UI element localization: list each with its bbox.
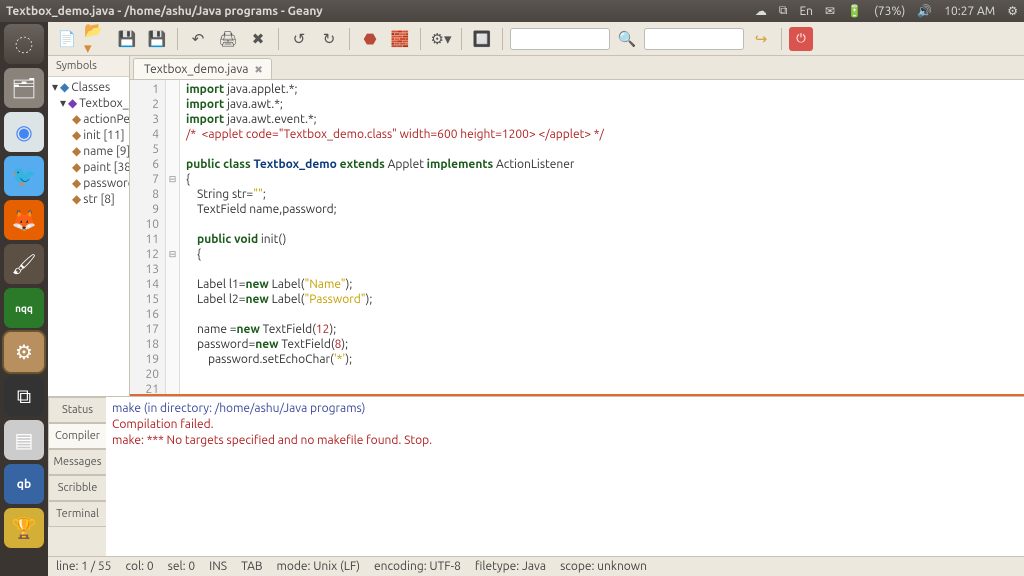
geany-icon[interactable]: ⚙ [4,332,44,372]
unity-launcher: ◌ 🗂 ◉ 🐦 🦊 🖌 nqq ⚙ ⧉ ▤ qb 🏆 [0,0,48,576]
symbol-item[interactable]: ◆str [8] [48,191,129,207]
message-window: StatusCompilerMessagesScribbleTerminal m… [48,396,1024,556]
build-button[interactable]: 🧱 [387,26,413,52]
msgtab-terminal[interactable]: Terminal [48,501,106,527]
fold-gutter[interactable]: ⊟⊟ [166,80,180,394]
save-button[interactable]: 💾 [114,26,140,52]
goto-field[interactable] [644,28,744,50]
status-col: col: 0 [125,560,153,573]
close-file-button[interactable]: ✖ [245,26,271,52]
cloud-icon[interactable]: ☁ [755,4,767,18]
status-filetype[interactable]: filetype: Java [475,560,546,573]
status-line: line: 1 / 55 [56,560,111,573]
close-icon[interactable]: ✖ [254,64,262,76]
redo-button[interactable]: ↻ [316,26,342,52]
chromium-icon[interactable]: ◉ [4,112,44,152]
message-tabs: StatusCompilerMessagesScribbleTerminal [48,397,106,556]
mail-icon[interactable]: ✉ [825,4,835,18]
status-enc[interactable]: encoding: UTF-8 [374,560,461,573]
indicators: ☁ ⧉ En ✉ 🔋 (73%) 🔊 10:27 AM ⚙ [755,4,1018,18]
symbol-item[interactable]: ◆name [9] [48,143,129,159]
compiler-line: make (in directory: /home/ashu/Java prog… [112,401,1018,417]
symbols-tree[interactable]: ▾◆Classes ▾◆Textbox_de ◆actionPer◆init [… [48,77,129,396]
notepadqq-icon[interactable]: nqq [4,288,44,328]
terminal-icon[interactable]: ⧉ [4,376,44,416]
quit-button[interactable]: ⏻ [789,27,813,51]
line-gutter: 1234567891011121314151617181920212223242… [130,80,166,394]
status-scope: scope: unknown [560,560,647,573]
gimp-icon[interactable]: 🖌 [4,244,44,284]
trophy-icon[interactable]: 🏆 [4,508,44,548]
file-tabs: Textbox_demo.java ✖ [130,56,1024,80]
compiler-line: Compilation failed. [112,417,1018,433]
side-panel: Symbols ▾◆Classes ▾◆Textbox_de ◆actionPe… [48,56,130,396]
compiler-output[interactable]: make (in directory: /home/ashu/Java prog… [106,397,1024,556]
color-chooser-button[interactable]: 🔲 [469,26,495,52]
dash-icon[interactable]: ◌ [4,24,44,64]
open-button[interactable]: 📂▾ [84,26,110,52]
status-sel: sel: 0 [168,560,195,573]
status-mode[interactable]: mode: Unix (LF) [277,560,361,573]
msgtab-compiler[interactable]: Compiler [48,423,106,449]
devices-icon[interactable]: ▤ [4,420,44,460]
geany-window: 📄 📂▾ 💾 💾 ↶ 🖨 ✖ ↺ ↻ ⬣ 🧱 ⚙▾ 🔲 🔍 ↪ ⏻ Symbol… [48,22,1024,576]
battery-pct: (73%) [874,5,905,18]
new-file-button[interactable]: 📄 [54,26,80,52]
search-field[interactable] [510,28,610,50]
run-button[interactable]: ⚙▾ [428,26,454,52]
gear-icon[interactable]: ⚙ [1007,4,1018,18]
symbol-item[interactable]: ◆password [48,175,129,191]
battery-icon[interactable]: 🔋 [847,4,862,18]
keyboard-lang[interactable]: En [799,5,813,18]
symbol-item[interactable]: ◆init [11] [48,127,129,143]
compiler-line: make: *** No targets specified and no ma… [112,433,1018,449]
revert-button[interactable]: ↶ [185,26,211,52]
symbol-item[interactable]: ◆paint [38 [48,159,129,175]
twitter-icon[interactable]: 🐦 [4,156,44,196]
file-tab-label: Textbox_demo.java [144,63,248,76]
goto-button[interactable]: ↪ [748,26,774,52]
menu-bar: Textbox_demo.java - /home/ashu/Java prog… [0,0,1024,22]
status-bar: line: 1 / 55 col: 0 sel: 0 INS TAB mode:… [48,556,1024,576]
window-title: Textbox_demo.java - /home/ashu/Java prog… [6,5,755,18]
qbittorrent-icon[interactable]: qb [4,464,44,504]
volume-icon[interactable]: 🔊 [917,4,932,18]
undo-button[interactable]: ↺ [286,26,312,52]
toolbar: 📄 📂▾ 💾 💾 ↶ 🖨 ✖ ↺ ↻ ⬣ 🧱 ⚙▾ 🔲 🔍 ↪ ⏻ [48,22,1024,56]
editor-area: Textbox_demo.java ✖ 12345678910111213141… [130,56,1024,396]
firefox-icon[interactable]: 🦊 [4,200,44,240]
msgtab-status[interactable]: Status [48,397,106,423]
save-all-button[interactable]: 💾 [144,26,170,52]
search-button[interactable]: 🔍 [614,26,640,52]
files-icon[interactable]: 🗂 [4,68,44,108]
clock[interactable]: 10:27 AM [944,5,995,18]
msgtab-messages[interactable]: Messages [48,449,106,475]
code-editor[interactable]: 1234567891011121314151617181920212223242… [130,80,1024,396]
status-tab[interactable]: TAB [241,560,262,573]
symbol-item[interactable]: ◆actionPer [48,111,129,127]
msgtab-scribble[interactable]: Scribble [48,475,106,501]
file-tab[interactable]: Textbox_demo.java ✖ [133,58,272,79]
code-text[interactable]: import java.applet.*;import java.awt.*;i… [180,80,1024,394]
symbols-tab[interactable]: Symbols [48,56,129,77]
compile-button[interactable]: ⬣ [357,26,383,52]
wifi-icon[interactable]: ⧉ [779,4,788,18]
status-ins[interactable]: INS [209,560,227,573]
print-button[interactable]: 🖨 [215,26,241,52]
